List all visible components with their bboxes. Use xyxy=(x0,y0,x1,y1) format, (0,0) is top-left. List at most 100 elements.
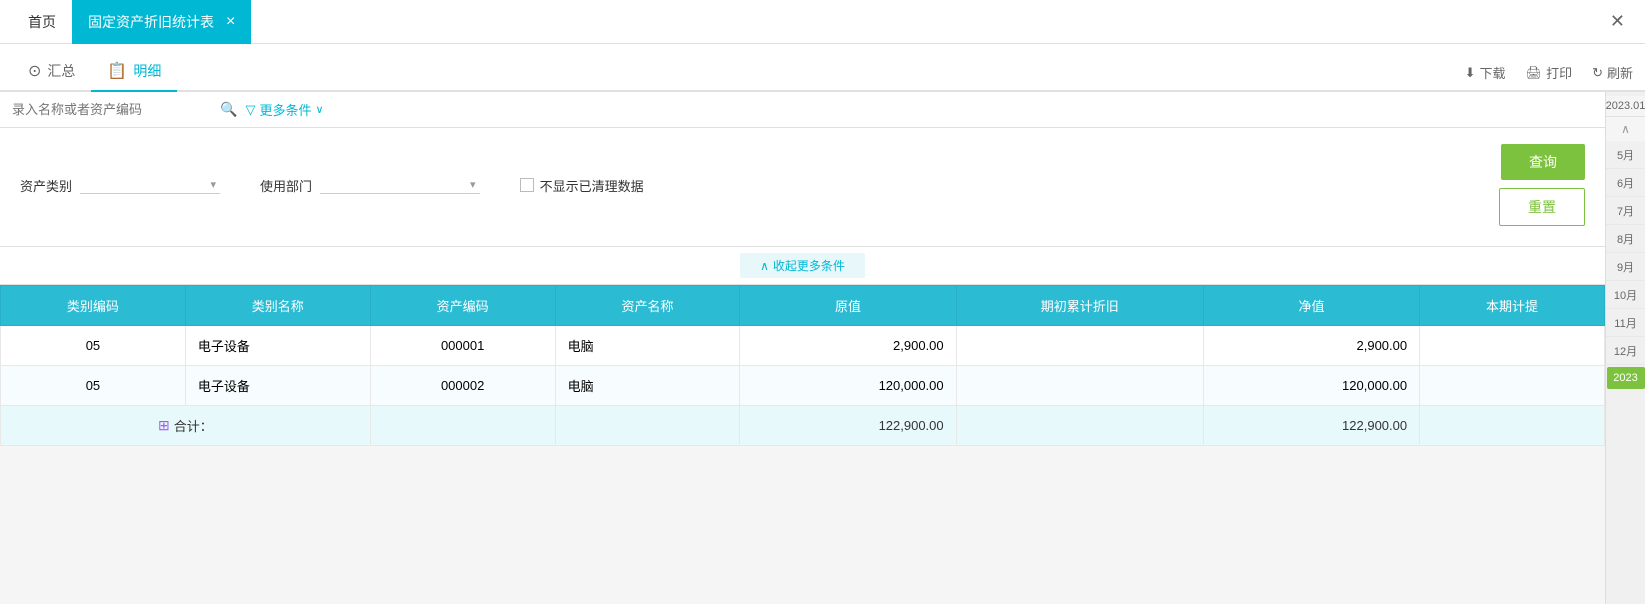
sidebar-month-12[interactable]: 12月 xyxy=(1606,337,1645,365)
download-button[interactable]: ⬇ 下载 xyxy=(1465,63,1506,82)
cell-category-name: 电子设备 xyxy=(185,326,370,366)
cell-net-value: 120,000.00 xyxy=(1203,366,1419,406)
summary-icon: ⊙ xyxy=(28,61,41,81)
sidebar-month-6[interactable]: 6月 xyxy=(1606,169,1645,197)
cell-original-value: 120,000.00 xyxy=(740,366,956,406)
table-row[interactable]: 05 电子设备 000001 电脑 2,900.00 2,900.00 xyxy=(1,326,1605,366)
sidebar-year-badge[interactable]: 2023 xyxy=(1607,367,1645,389)
asset-type-filter: 资产类别 ▾ xyxy=(20,176,220,195)
data-table: 类别编码 类别名称 资产编码 资产名称 原值 期初累计折旧 净值 本期计提 05… xyxy=(0,285,1605,446)
top-nav: 首页 固定资产折旧统计表 × ✕ xyxy=(0,0,1645,44)
cell-category-code: 05 xyxy=(1,366,186,406)
department-label: 使用部门 xyxy=(260,176,312,195)
right-sidebar: 2023.01 ∧ 5月 6月 7月 8月 9月 10月 11月 12月 202… xyxy=(1605,92,1645,604)
sidebar-month-10[interactable]: 10月 xyxy=(1606,281,1645,309)
print-button[interactable]: 🖨 打印 xyxy=(1526,63,1573,82)
total-label-cell: ⊞ 合计： xyxy=(1,406,371,446)
filter-row-1: 资产类别 ▾ 使用部门 ▾ 不显示已清理数据 xyxy=(20,144,1585,226)
sidebar-month-8[interactable]: 8月 xyxy=(1606,225,1645,253)
sidebar-month-11[interactable]: 11月 xyxy=(1606,309,1645,337)
asset-type-arrow-icon: ▾ xyxy=(210,178,216,191)
hide-cleared-checkbox[interactable] xyxy=(520,178,534,192)
summary-label: 汇总 xyxy=(47,61,75,81)
more-conditions-label: 更多条件 xyxy=(259,100,311,119)
detail-label: 明细 xyxy=(133,61,161,81)
sidebar-scroll-up[interactable]: ∧ xyxy=(1606,117,1645,141)
data-table-wrapper: 类别编码 类别名称 资产编码 资产名称 原值 期初累计折旧 净值 本期计提 05… xyxy=(0,285,1605,604)
department-filter: 使用部门 ▾ xyxy=(260,176,480,195)
col-header-original-value: 原值 xyxy=(740,286,956,326)
active-tab-label: 固定资产折旧统计表 xyxy=(88,12,214,32)
refresh-icon: ↻ xyxy=(1592,65,1603,81)
search-bar: 🔍 ▽ 更多条件 ∨ xyxy=(0,92,1605,128)
sidebar-month-5[interactable]: 5月 xyxy=(1606,141,1645,169)
col-header-asset-name: 资产名称 xyxy=(555,286,740,326)
table-body: 05 电子设备 000001 电脑 2,900.00 2,900.00 05 电… xyxy=(1,326,1605,446)
total-row: ⊞ 合计： 122,900.00 122,900.00 xyxy=(1,406,1605,446)
cell-current xyxy=(1420,326,1605,366)
download-label: 下载 xyxy=(1480,63,1506,82)
cell-original-value: 2,900.00 xyxy=(740,326,956,366)
asset-type-label: 资产类别 xyxy=(20,176,72,195)
print-icon: 🖨 xyxy=(1526,65,1543,81)
refresh-label: 刷新 xyxy=(1607,63,1633,82)
total-accumulated xyxy=(956,406,1203,446)
col-header-accumulated: 期初累计折旧 xyxy=(956,286,1203,326)
download-icon: ⬇ xyxy=(1465,65,1476,81)
total-icon: ⊞ xyxy=(158,417,170,434)
total-asset-code xyxy=(370,406,555,446)
window-close-button[interactable]: ✕ xyxy=(1602,11,1633,32)
col-header-net-value: 净值 xyxy=(1203,286,1419,326)
toolbar-actions: ⬇ 下载 🖨 打印 ↻ 刷新 xyxy=(1465,63,1633,90)
filter-icon: ▽ xyxy=(245,102,255,118)
print-label: 打印 xyxy=(1546,63,1572,82)
hide-cleared-checkbox-item: 不显示已清理数据 xyxy=(520,176,644,195)
cell-category-code: 05 xyxy=(1,326,186,366)
main-content: 🔍 ▽ 更多条件 ∨ 资产类别 ▾ 使用部门 xyxy=(0,92,1645,604)
cell-net-value: 2,900.00 xyxy=(1203,326,1419,366)
sub-tab-bar: ⊙ 汇总 📋 明细 ⬇ 下载 🖨 打印 ↻ 刷新 xyxy=(0,44,1645,92)
collapse-up-icon: ∧ xyxy=(760,259,769,273)
cell-asset-code: 000002 xyxy=(370,366,555,406)
cell-asset-name: 电脑 xyxy=(555,326,740,366)
filter-panel: 资产类别 ▾ 使用部门 ▾ 不显示已清理数据 xyxy=(0,128,1605,247)
collapse-button[interactable]: ∧ 收起更多条件 xyxy=(740,253,865,278)
home-tab[interactable]: 首页 xyxy=(12,12,72,32)
sidebar-month-9[interactable]: 9月 xyxy=(1606,253,1645,281)
reset-button[interactable]: 重置 xyxy=(1499,188,1585,226)
asset-type-select[interactable]: ▾ xyxy=(80,176,220,194)
col-header-category-name: 类别名称 xyxy=(185,286,370,326)
total-asset-name xyxy=(555,406,740,446)
col-header-category-code: 类别编码 xyxy=(1,286,186,326)
cell-asset-code: 000001 xyxy=(370,326,555,366)
tab-detail[interactable]: 📋 明细 xyxy=(91,52,177,92)
query-button[interactable]: 查询 xyxy=(1501,144,1585,180)
sidebar-date[interactable]: 2023.01 xyxy=(1606,96,1645,117)
home-label: 首页 xyxy=(28,14,56,30)
active-tab[interactable]: 固定资产折旧统计表 × xyxy=(72,0,251,44)
left-panel: 🔍 ▽ 更多条件 ∨ 资产类别 ▾ 使用部门 xyxy=(0,92,1605,604)
total-current xyxy=(1420,406,1605,446)
col-header-asset-code: 资产编码 xyxy=(370,286,555,326)
collapse-label: 收起更多条件 xyxy=(773,257,845,274)
cell-category-name: 电子设备 xyxy=(185,366,370,406)
more-conditions-button[interactable]: ▽ 更多条件 ∨ xyxy=(245,100,323,119)
department-select[interactable]: ▾ xyxy=(320,176,480,194)
col-header-current: 本期计提 xyxy=(1420,286,1605,326)
total-label-text: 合计： xyxy=(174,416,213,435)
table-row[interactable]: 05 电子设备 000002 电脑 120,000.00 120,000.00 xyxy=(1,366,1605,406)
hide-cleared-label: 不显示已清理数据 xyxy=(540,176,644,195)
cell-asset-name: 电脑 xyxy=(555,366,740,406)
cell-accumulated xyxy=(956,326,1203,366)
search-icon[interactable]: 🔍 xyxy=(220,101,237,118)
search-input[interactable] xyxy=(12,102,212,117)
cell-accumulated xyxy=(956,366,1203,406)
tab-close-icon[interactable]: × xyxy=(226,14,235,30)
total-net-value: 122,900.00 xyxy=(1203,406,1419,446)
refresh-button[interactable]: ↻ 刷新 xyxy=(1592,63,1633,82)
table-header-row: 类别编码 类别名称 资产编码 资产名称 原值 期初累计折旧 净值 本期计提 xyxy=(1,286,1605,326)
detail-icon: 📋 xyxy=(107,61,127,81)
chevron-down-icon: ∨ xyxy=(315,103,323,116)
tab-summary[interactable]: ⊙ 汇总 xyxy=(12,52,91,92)
sidebar-month-7[interactable]: 7月 xyxy=(1606,197,1645,225)
